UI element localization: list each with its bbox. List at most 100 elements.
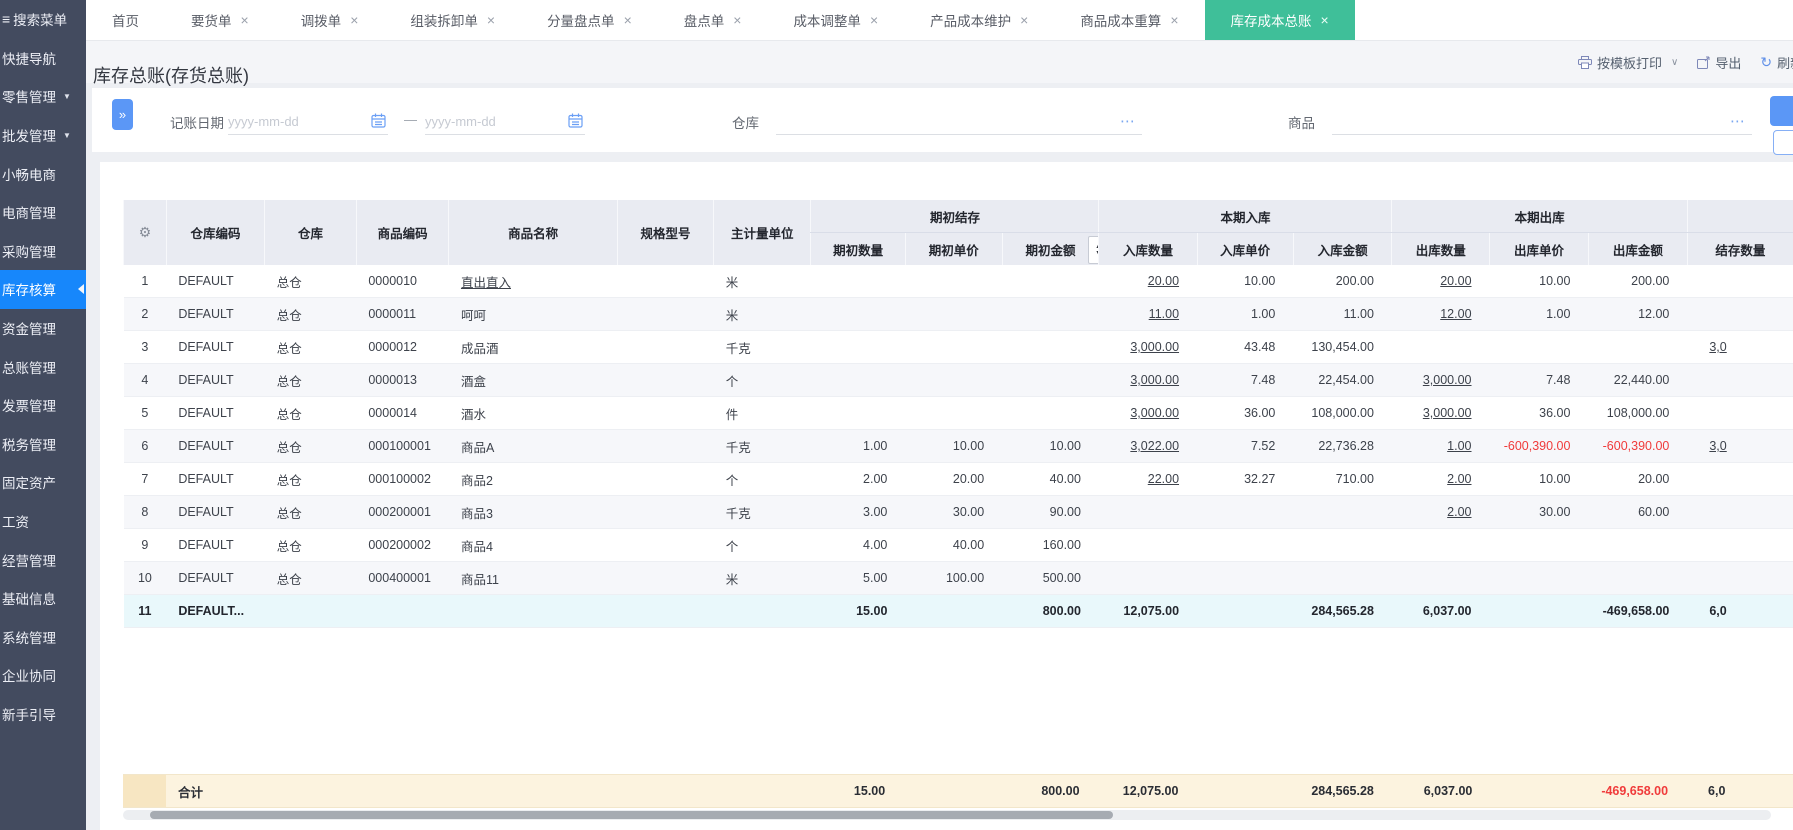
- cell-link[interactable]: 20.00: [1440, 274, 1471, 288]
- end-date-input[interactable]: [425, 110, 585, 132]
- tab[interactable]: 盘点单 ×: [658, 0, 768, 40]
- table-cell: DEFAULT...: [166, 594, 265, 628]
- cell-link[interactable]: 3,000.00: [1130, 406, 1179, 420]
- column-header[interactable]: 出库数量: [1391, 232, 1490, 265]
- reset-button[interactable]: [1773, 130, 1793, 155]
- column-header[interactable]: 商品编码: [355, 200, 449, 265]
- tab[interactable]: 调拨单 ×: [275, 0, 385, 40]
- sidebar-item[interactable]: 小畅电商: [0, 154, 86, 193]
- tab[interactable]: 库存成本总账 ×: [1204, 0, 1355, 40]
- sidebar-item[interactable]: 库存核算: [0, 270, 86, 309]
- sidebar-item[interactable]: 采购管理: [0, 232, 86, 271]
- cell-link[interactable]: 20.00: [1148, 274, 1179, 288]
- close-icon[interactable]: ×: [624, 12, 632, 28]
- sidebar-item[interactable]: 发票管理: [0, 386, 86, 425]
- sidebar-item[interactable]: 批发管理 ▼: [0, 116, 86, 155]
- sidebar-item[interactable]: 基础信息: [0, 579, 86, 618]
- table-cell: [810, 297, 906, 331]
- sidebar-item[interactable]: 零售管理 ▼: [0, 77, 86, 116]
- sidebar-item[interactable]: 固定资产: [0, 463, 86, 502]
- cell-link[interactable]: 2.00: [1447, 472, 1471, 486]
- cell-link[interactable]: 11.00: [1149, 307, 1179, 321]
- cell-link[interactable]: 3,0: [1709, 340, 1726, 354]
- sidebar-item[interactable]: 电商管理: [0, 193, 86, 232]
- column-header[interactable]: 期初金额▲▼: [1001, 232, 1099, 265]
- sidebar-item[interactable]: 工资: [0, 502, 86, 541]
- collapse-filters-button[interactable]: »: [112, 99, 133, 130]
- sidebar-item-label: 工资: [2, 515, 29, 531]
- column-header[interactable]: 规格型号: [616, 200, 714, 265]
- sidebar-item[interactable]: 系统管理: [0, 618, 86, 657]
- column-header[interactable]: 仓库: [264, 200, 357, 265]
- close-icon[interactable]: ×: [870, 12, 878, 28]
- export-button[interactable]: 导出: [1697, 53, 1741, 72]
- sidebar-item[interactable]: 资金管理: [0, 309, 86, 348]
- close-icon[interactable]: ×: [241, 12, 249, 28]
- tab[interactable]: 组装拆卸单 ×: [384, 0, 521, 40]
- column-header[interactable]: 商品名称: [448, 200, 618, 265]
- sidebar-item[interactable]: 经营管理: [0, 540, 86, 579]
- close-icon[interactable]: ×: [1321, 12, 1329, 28]
- table-cell: 个: [713, 528, 811, 562]
- sidebar-item[interactable]: 企业协同: [0, 656, 86, 695]
- tab[interactable]: 首页: [86, 0, 165, 40]
- warehouse-input[interactable]: [776, 110, 1142, 132]
- close-icon[interactable]: ×: [1170, 12, 1178, 28]
- table-cell: 200.00: [1293, 265, 1392, 298]
- tab[interactable]: 成本调整单 ×: [767, 0, 904, 40]
- scrollbar-thumb[interactable]: [150, 811, 1113, 819]
- product-input[interactable]: [1332, 110, 1752, 132]
- column-header[interactable]: 主计量单位: [713, 200, 811, 265]
- column-header[interactable]: 期初单价: [904, 232, 1003, 265]
- column-header[interactable]: 入库金额: [1292, 232, 1392, 265]
- cell-link[interactable]: 3,0: [1709, 439, 1726, 453]
- cell-link[interactable]: 3,000.00: [1130, 340, 1179, 354]
- product-picker-button[interactable]: ⋯: [1730, 112, 1746, 130]
- start-date-input[interactable]: [228, 110, 388, 132]
- cell-link[interactable]: 3,000.00: [1130, 373, 1179, 387]
- cell-link[interactable]: 3,000.00: [1423, 373, 1472, 387]
- cell-link[interactable]: 1.00: [1447, 439, 1471, 453]
- column-header[interactable]: 仓库编码: [165, 200, 265, 265]
- cell-link[interactable]: 直出直入: [461, 276, 511, 290]
- sidebar-item[interactable]: 总账管理: [0, 347, 86, 386]
- sidebar-item[interactable]: 快捷导航: [0, 39, 86, 78]
- calendar-icon[interactable]: [371, 113, 386, 133]
- close-icon[interactable]: ×: [1020, 12, 1028, 28]
- sidebar-item[interactable]: 税务管理: [0, 425, 86, 464]
- column-settings-button[interactable]: ⚙: [123, 200, 167, 265]
- print-by-template-button[interactable]: 按模板打印 ∨: [1578, 53, 1678, 72]
- column-header[interactable]: 入库数量: [1098, 232, 1198, 265]
- tab[interactable]: 商品成本重算 ×: [1054, 0, 1204, 40]
- sidebar-item[interactable]: 新手引导: [0, 695, 86, 734]
- sidebar-item[interactable]: ≡ 搜索菜单: [0, 0, 86, 39]
- table-cell: 3,0: [1687, 429, 1793, 463]
- column-header[interactable]: 期初数量: [810, 232, 906, 265]
- column-header[interactable]: 出库单价: [1489, 232, 1589, 265]
- table-cell: 千克: [713, 429, 811, 463]
- cell-link[interactable]: 2.00: [1447, 505, 1471, 519]
- table-cell: 20.00: [905, 462, 1003, 496]
- table-cell: 10.00: [1197, 265, 1294, 298]
- cell-link[interactable]: 22.00: [1148, 472, 1179, 486]
- column-header[interactable]: 入库单价: [1196, 232, 1294, 265]
- refresh-button[interactable]: ↻ 刷新: [1760, 53, 1793, 72]
- total-cell: [263, 774, 356, 808]
- calendar-icon[interactable]: [568, 113, 583, 133]
- horizontal-scrollbar[interactable]: [123, 810, 1771, 820]
- search-button[interactable]: [1770, 96, 1793, 126]
- cell-link[interactable]: 12.00: [1440, 307, 1471, 321]
- column-header[interactable]: 结存数量: [1686, 232, 1793, 265]
- close-icon[interactable]: ×: [350, 12, 358, 28]
- column-sort-spinner[interactable]: ▲▼: [1088, 236, 1099, 264]
- tab[interactable]: 分量盘点单 ×: [521, 0, 658, 40]
- tab[interactable]: 产品成本维护 ×: [904, 0, 1054, 40]
- close-icon[interactable]: ×: [733, 12, 741, 28]
- chevron-down-icon[interactable]: ∨: [1671, 57, 1678, 68]
- warehouse-picker-button[interactable]: ⋯: [1120, 112, 1136, 130]
- cell-link[interactable]: 3,022.00: [1130, 439, 1179, 453]
- tab[interactable]: 要货单 ×: [165, 0, 275, 40]
- cell-link[interactable]: 3,000.00: [1423, 406, 1472, 420]
- close-icon[interactable]: ×: [487, 12, 495, 28]
- column-header[interactable]: 出库金额: [1587, 232, 1688, 265]
